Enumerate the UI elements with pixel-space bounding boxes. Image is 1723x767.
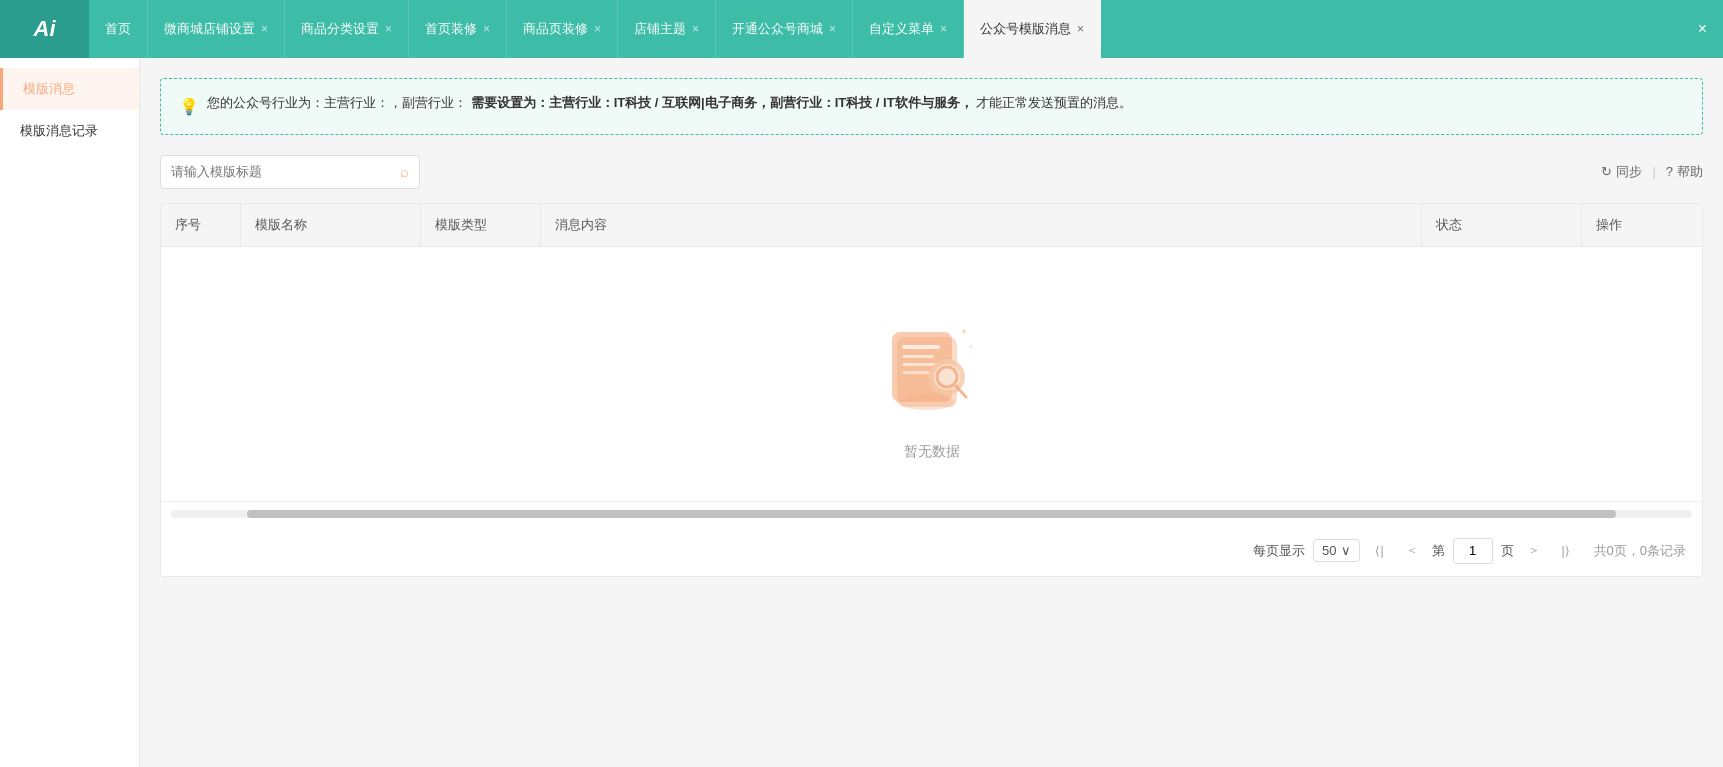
empty-state-icon: ✦ ✦ bbox=[872, 307, 992, 427]
nav-tab-0[interactable]: 首页 bbox=[89, 0, 148, 58]
sync-button[interactable]: ↻ 同步 bbox=[1601, 163, 1642, 181]
svg-rect-5 bbox=[902, 363, 937, 366]
empty-state: ✦ ✦ 暂无数据 bbox=[161, 247, 1702, 501]
total-info: 共0页，0条记录 bbox=[1594, 542, 1686, 560]
nav-tab-6[interactable]: 开通公众号商城× bbox=[716, 0, 853, 58]
table-header-5: 操作 bbox=[1582, 204, 1702, 246]
svg-rect-6 bbox=[902, 371, 930, 374]
data-table: 序号模版名称模版类型消息内容状态操作 bbox=[160, 203, 1703, 577]
notice-text-highlight: 需要设置为：主营行业：IT科技 / 互联网|电子商务，副营行业：IT科技 / I… bbox=[471, 95, 973, 110]
app-logo: Ai bbox=[0, 0, 89, 58]
close-all-button[interactable]: × bbox=[1682, 0, 1723, 58]
search-box[interactable]: ⌕ bbox=[160, 155, 420, 189]
content-area: 💡 您的公众号行业为：主营行业：，副营行业： 需要设置为：主营行业：IT科技 /… bbox=[140, 58, 1723, 767]
horizontal-scrollbar[interactable] bbox=[161, 501, 1702, 526]
tab-close-btn-5[interactable]: × bbox=[692, 22, 699, 36]
tab-close-btn-4[interactable]: × bbox=[594, 22, 601, 36]
pagination: 每页显示 50 ∨ ⟨| ＜ 第 页 ＞ |⟩ 共0页，0条记录 bbox=[161, 526, 1702, 576]
notice-text: 您的公众号行业为：主营行业：，副营行业： 需要设置为：主营行业：IT科技 / 互… bbox=[207, 93, 1132, 114]
tab-close-btn-3[interactable]: × bbox=[483, 22, 490, 36]
tab-close-btn-1[interactable]: × bbox=[261, 22, 268, 36]
first-page-button[interactable]: ⟨| bbox=[1368, 539, 1392, 563]
nav-tab-4[interactable]: 商品页装修× bbox=[507, 0, 618, 58]
page-label-prefix: 第 bbox=[1432, 542, 1445, 560]
next-page-button[interactable]: ＞ bbox=[1522, 539, 1546, 563]
help-label: 帮助 bbox=[1677, 163, 1703, 181]
table-header-2: 模版类型 bbox=[421, 204, 541, 246]
notice-box: 💡 您的公众号行业为：主营行业：，副营行业： 需要设置为：主营行业：IT科技 /… bbox=[160, 78, 1703, 135]
nav-tab-2[interactable]: 商品分类设置× bbox=[285, 0, 409, 58]
nav-tab-8[interactable]: 公众号模版消息× bbox=[964, 0, 1101, 58]
svg-text:✦: ✦ bbox=[968, 343, 974, 350]
notice-icon: 💡 bbox=[179, 94, 199, 120]
toolbar-divider: | bbox=[1652, 164, 1655, 179]
page-size-value: 50 bbox=[1322, 543, 1336, 558]
notice-text-before: 您的公众号行业为：主营行业：，副营行业： bbox=[207, 95, 467, 110]
svg-rect-3 bbox=[902, 345, 940, 349]
sidebar-item-1[interactable]: 模版消息记录 bbox=[0, 110, 139, 152]
tab-close-btn-6[interactable]: × bbox=[829, 22, 836, 36]
nav-tab-7[interactable]: 自定义菜单× bbox=[853, 0, 964, 58]
page-size-select[interactable]: 50 ∨ bbox=[1313, 539, 1359, 562]
last-page-button[interactable]: |⟩ bbox=[1554, 539, 1578, 563]
nav-tab-5[interactable]: 店铺主题× bbox=[618, 0, 716, 58]
main-layout: 模版消息模版消息记录 💡 您的公众号行业为：主营行业：，副营行业： 需要设置为：… bbox=[0, 58, 1723, 767]
tab-close-btn-2[interactable]: × bbox=[385, 22, 392, 36]
table-header-4: 状态 bbox=[1422, 204, 1582, 246]
svg-rect-4 bbox=[902, 355, 934, 358]
toolbar: ⌕ ↻ 同步 | ? 帮助 bbox=[160, 155, 1703, 189]
prev-page-button[interactable]: ＜ bbox=[1400, 539, 1424, 563]
toolbar-actions: ↻ 同步 | ? 帮助 bbox=[1601, 163, 1703, 181]
page-size-label: 每页显示 bbox=[1253, 542, 1305, 560]
logo-text: Ai bbox=[34, 16, 56, 42]
help-icon: ? bbox=[1666, 164, 1673, 179]
nav-tab-list: 首页微商城店铺设置×商品分类设置×首页装修×商品页装修×店铺主题×开通公众号商城… bbox=[89, 0, 1682, 58]
sync-icon: ↻ bbox=[1601, 164, 1612, 179]
sidebar: 模版消息模版消息记录 bbox=[0, 58, 140, 767]
page-label-suffix: 页 bbox=[1501, 542, 1514, 560]
table-header-0: 序号 bbox=[161, 204, 241, 246]
dropdown-icon: ∨ bbox=[1341, 543, 1351, 558]
help-button[interactable]: ? 帮助 bbox=[1666, 163, 1703, 181]
svg-text:✦: ✦ bbox=[960, 326, 968, 337]
notice-text-after: 才能正常发送预置的消息。 bbox=[976, 95, 1132, 110]
empty-state-text: 暂无数据 bbox=[904, 443, 960, 461]
table-header-3: 消息内容 bbox=[541, 204, 1422, 246]
tab-close-btn-8[interactable]: × bbox=[1077, 22, 1084, 36]
search-icon[interactable]: ⌕ bbox=[400, 163, 409, 180]
sidebar-item-0[interactable]: 模版消息 bbox=[0, 68, 139, 110]
search-input[interactable] bbox=[171, 164, 400, 179]
nav-tab-1[interactable]: 微商城店铺设置× bbox=[148, 0, 285, 58]
top-navigation: Ai 首页微商城店铺设置×商品分类设置×首页装修×商品页装修×店铺主题×开通公众… bbox=[0, 0, 1723, 58]
table-header: 序号模版名称模版类型消息内容状态操作 bbox=[161, 204, 1702, 247]
sync-label: 同步 bbox=[1616, 163, 1642, 181]
current-page-input[interactable] bbox=[1453, 538, 1493, 564]
nav-tab-3[interactable]: 首页装修× bbox=[409, 0, 507, 58]
table-header-1: 模版名称 bbox=[241, 204, 421, 246]
tab-close-btn-7[interactable]: × bbox=[940, 22, 947, 36]
